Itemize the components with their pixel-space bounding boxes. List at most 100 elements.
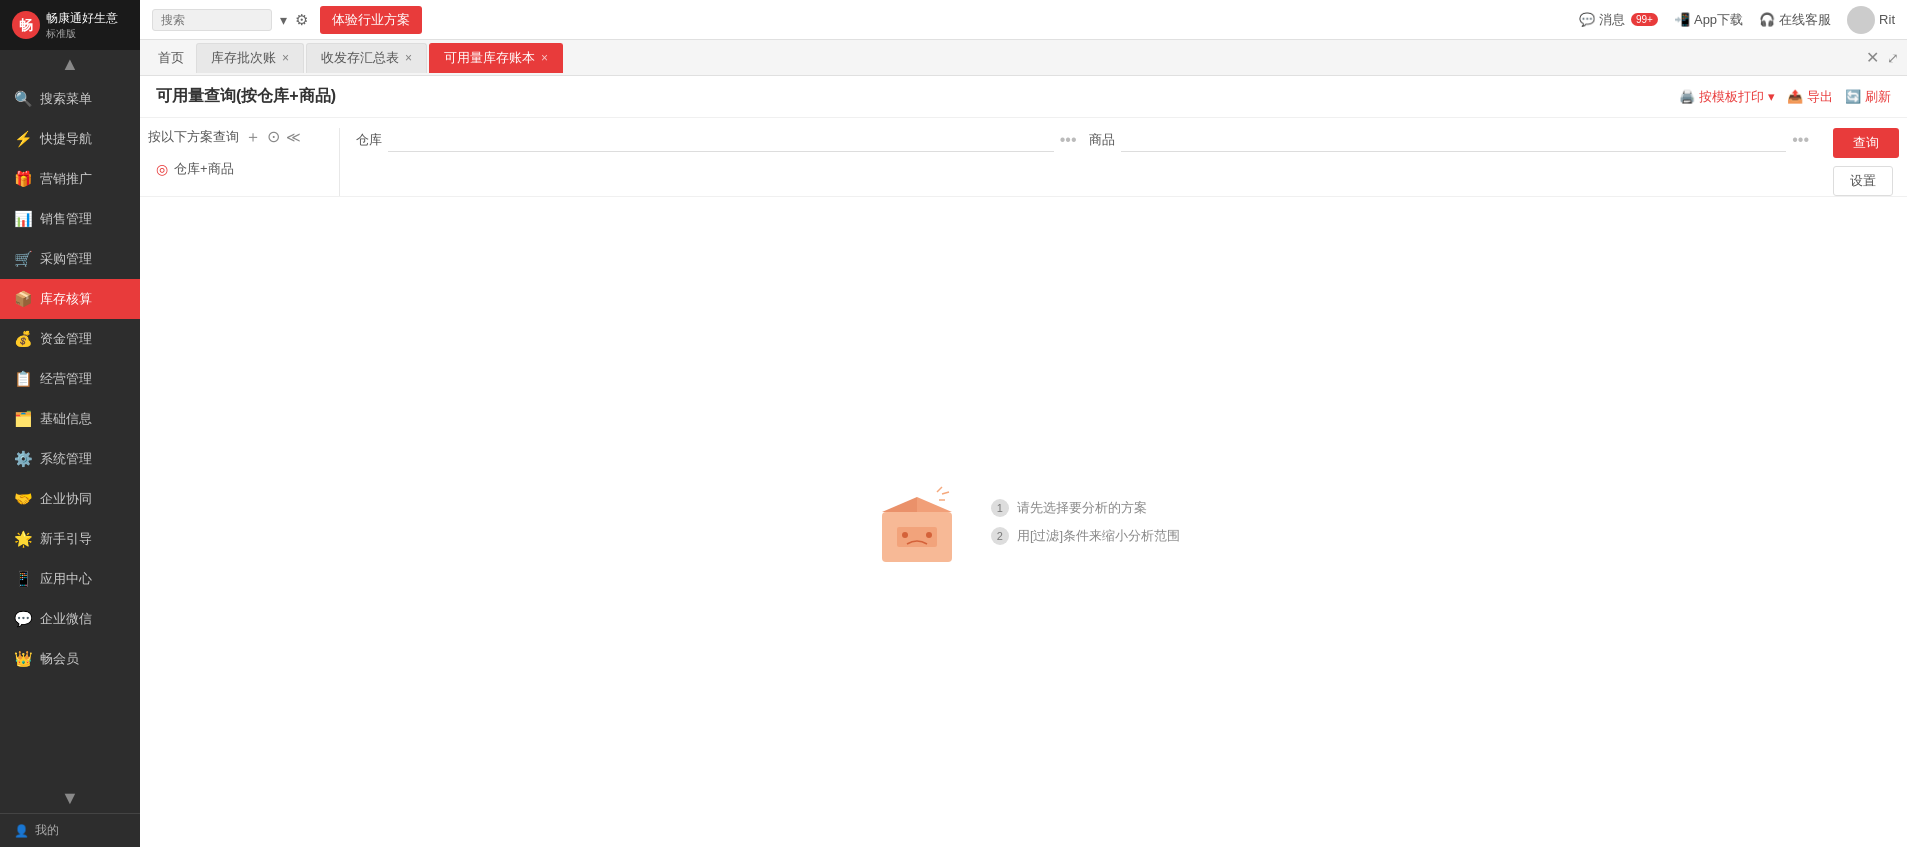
query-filters: 仓库 ••• 商品 ••• bbox=[340, 128, 1825, 196]
hint-text-2: 用[过滤]条件来缩小分析范围 bbox=[1017, 527, 1180, 545]
clipboard-icon: 📋 bbox=[14, 370, 32, 388]
warehouse-more-icon[interactable]: ••• bbox=[1060, 131, 1077, 149]
settings-button[interactable]: 设置 bbox=[1833, 166, 1893, 196]
user-profile[interactable]: Rit bbox=[1847, 6, 1895, 34]
empty-svg bbox=[867, 472, 967, 572]
sidebar-item-finance[interactable]: 💰 资金管理 bbox=[0, 319, 140, 359]
export-label: 导出 bbox=[1807, 88, 1833, 106]
page-title: 可用量查询(按仓库+商品) bbox=[156, 86, 336, 107]
sidebar-item-wechat[interactable]: 💬 企业微信 bbox=[0, 599, 140, 639]
tab-batch-account[interactable]: 库存批次账 × bbox=[196, 43, 304, 73]
online-service-label: 在线客服 bbox=[1779, 11, 1831, 29]
svg-marker-2 bbox=[917, 497, 952, 512]
tab-available-qty[interactable]: 可用量库存账本 × bbox=[429, 43, 563, 73]
tab-label: 收发存汇总表 bbox=[321, 49, 399, 67]
goods-label: 商品 bbox=[1089, 131, 1115, 149]
svg-line-6 bbox=[937, 487, 942, 492]
sidebar-item-label: 基础信息 bbox=[40, 410, 92, 428]
refresh-button[interactable]: 🔄 刷新 bbox=[1845, 88, 1891, 106]
gift-icon: 🎁 bbox=[14, 170, 32, 188]
tab-receipt-summary[interactable]: 收发存汇总表 × bbox=[306, 43, 427, 73]
scheme-warehouse-goods[interactable]: ◎ 仓库+商品 bbox=[148, 154, 331, 184]
sidebar-item-basic[interactable]: 🗂️ 基础信息 bbox=[0, 399, 140, 439]
topbar-gear-icon[interactable]: ⚙ bbox=[295, 11, 308, 29]
content-area: 可用量查询(按仓库+商品) 🖨️ 按模板打印 ▾ 📤 导出 🔄 刷新 bbox=[140, 76, 1907, 847]
filter-warehouse: 仓库 ••• bbox=[356, 128, 1077, 152]
logo-sub: 标准版 bbox=[46, 27, 118, 40]
sidebar-item-label: 企业协同 bbox=[40, 490, 92, 508]
sidebar-scroll-up[interactable]: ▲ bbox=[0, 50, 140, 79]
sidebar-item-label: 销售管理 bbox=[40, 210, 92, 228]
tab-close-batch[interactable]: × bbox=[282, 51, 289, 65]
sidebar-item-quick-nav[interactable]: ⚡ 快捷导航 bbox=[0, 119, 140, 159]
query-button[interactable]: 查询 bbox=[1833, 128, 1899, 158]
close-tab-button[interactable]: ✕ bbox=[1866, 48, 1879, 67]
chart-icon: 📊 bbox=[14, 210, 32, 228]
sidebar-item-inventory[interactable]: 📦 库存核算 bbox=[0, 279, 140, 319]
tab-label: 可用量库存账本 bbox=[444, 49, 535, 67]
warehouse-input[interactable] bbox=[388, 128, 1054, 152]
online-service-item[interactable]: 🎧 在线客服 bbox=[1759, 11, 1831, 29]
print-icon: 🖨️ bbox=[1679, 89, 1695, 104]
sidebar-item-enterprise[interactable]: 🤝 企业协同 bbox=[0, 479, 140, 519]
schemes-header: 按以下方案查询 ＋ ⊙ ≪ bbox=[148, 128, 331, 146]
scheme-label: 仓库+商品 bbox=[174, 160, 234, 178]
tab-close-available[interactable]: × bbox=[541, 51, 548, 65]
sidebar-item-label: 新手引导 bbox=[40, 530, 92, 548]
scheme-icon: ◎ bbox=[156, 161, 168, 177]
message-item[interactable]: 💬 消息 99+ bbox=[1579, 11, 1658, 29]
tab-home[interactable]: 首页 bbox=[148, 43, 194, 73]
topbar-right: 💬 消息 99+ 📲 App下载 🎧 在线客服 Rit bbox=[1579, 6, 1895, 34]
search-input[interactable] bbox=[152, 9, 272, 31]
sidebar-item-label: 经营管理 bbox=[40, 370, 92, 388]
trial-button[interactable]: 体验行业方案 bbox=[320, 6, 422, 34]
empty-hints: 1 请先选择要分析的方案 2 用[过滤]条件来缩小分析范围 bbox=[991, 499, 1180, 545]
sidebar-item-label: 应用中心 bbox=[40, 570, 92, 588]
search-icon: 🔍 bbox=[14, 90, 32, 108]
app-download-item[interactable]: 📲 App下载 bbox=[1674, 11, 1743, 29]
filter-goods: 商品 ••• bbox=[1089, 128, 1810, 152]
svg-point-5 bbox=[926, 532, 932, 538]
hint-num-2: 2 bbox=[991, 527, 1009, 545]
goods-more-icon[interactable]: ••• bbox=[1792, 131, 1809, 149]
refresh-icon: 🔄 bbox=[1845, 89, 1861, 104]
empty-hint-1: 1 请先选择要分析的方案 bbox=[991, 499, 1180, 517]
sidebar-item-label: 企业微信 bbox=[40, 610, 92, 628]
message-icon: 💬 bbox=[1579, 12, 1595, 27]
query-btn-group: 查询 设置 bbox=[1825, 128, 1907, 196]
goods-input[interactable] bbox=[1121, 128, 1787, 152]
mobile-icon: 📱 bbox=[14, 570, 32, 588]
dropdown-arrow-icon: ▾ bbox=[1768, 89, 1775, 104]
sidebar-item-member[interactable]: 👑 畅会员 bbox=[0, 639, 140, 679]
add-scheme-button[interactable]: ＋ bbox=[245, 129, 261, 145]
tab-label: 库存批次账 bbox=[211, 49, 276, 67]
message-badge: 99+ bbox=[1631, 13, 1658, 26]
tab-close-receipt[interactable]: × bbox=[405, 51, 412, 65]
sidebar-item-sales[interactable]: 📊 销售管理 bbox=[0, 199, 140, 239]
sidebar-item-purchase[interactable]: 🛒 采购管理 bbox=[0, 239, 140, 279]
sidebar-item-operations[interactable]: 📋 经营管理 bbox=[0, 359, 140, 399]
topbar: ▾ ⚙ 体验行业方案 💬 消息 99+ 📲 App下载 🎧 在线客服 Rit bbox=[140, 0, 1907, 40]
sidebar-item-label: 搜索菜单 bbox=[40, 90, 92, 108]
sidebar-item-system[interactable]: ⚙️ 系统管理 bbox=[0, 439, 140, 479]
sidebar-bottom[interactable]: 👤 我的 bbox=[0, 813, 140, 847]
sidebar-item-appstore[interactable]: 📱 应用中心 bbox=[0, 559, 140, 599]
sidebar-item-newbie[interactable]: 🌟 新手引导 bbox=[0, 519, 140, 559]
query-area: 按以下方案查询 ＋ ⊙ ≪ ◎ 仓库+商品 仓库 ••• bbox=[140, 118, 1907, 197]
sidebar-item-marketing[interactable]: 🎁 营销推广 bbox=[0, 159, 140, 199]
box-icon: 📦 bbox=[14, 290, 32, 308]
expand-tab-button[interactable]: ⤢ bbox=[1887, 50, 1899, 66]
print-template-button[interactable]: 🖨️ 按模板打印 ▾ bbox=[1679, 88, 1775, 106]
query-schemes-panel: 按以下方案查询 ＋ ⊙ ≪ ◎ 仓库+商品 bbox=[140, 128, 340, 196]
collapse-schemes-button[interactable]: ≪ bbox=[286, 129, 301, 145]
money-icon: 💰 bbox=[14, 330, 32, 348]
export-button[interactable]: 📤 导出 bbox=[1787, 88, 1833, 106]
dropdown-icon[interactable]: ▾ bbox=[280, 12, 287, 28]
crown-icon: 👑 bbox=[14, 650, 32, 668]
sidebar-item-label: 资金管理 bbox=[40, 330, 92, 348]
star-icon: 🌟 bbox=[14, 530, 32, 548]
settings-scheme-button[interactable]: ⊙ bbox=[267, 129, 280, 145]
sidebar-item-search[interactable]: 🔍 搜索菜单 bbox=[0, 79, 140, 119]
filter-row: 仓库 ••• 商品 ••• bbox=[356, 128, 1809, 152]
sidebar-scroll-down[interactable]: ▼ bbox=[0, 784, 140, 813]
